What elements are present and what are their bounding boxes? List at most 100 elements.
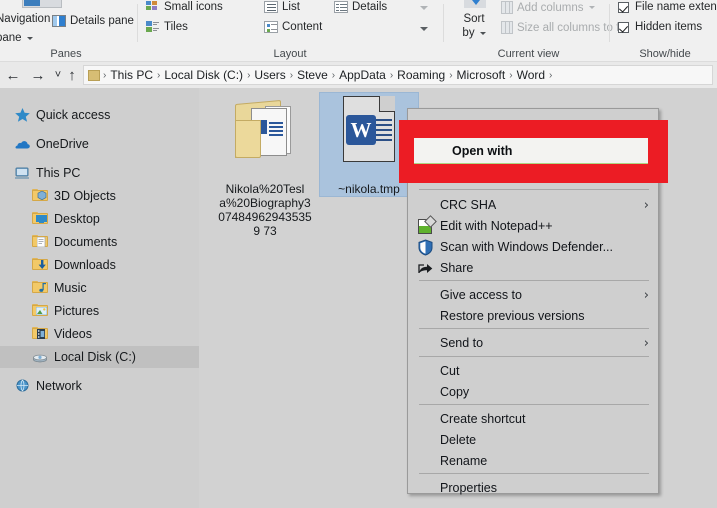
share-icon [417, 260, 434, 277]
context-menu-label-edit-notepadpp: Edit with Notepad++ [440, 219, 553, 233]
network-icon [14, 378, 31, 394]
breadcrumb-item-appdata[interactable]: AppData [336, 68, 389, 82]
context-menu-item-create-shortcut[interactable]: Create shortcut [409, 408, 659, 430]
chevron-down-icon[interactable] [589, 6, 596, 9]
context-menu-item-crc-sha[interactable]: CRC SHA › [409, 194, 659, 216]
breadcrumb-item-this-pc[interactable]: This PC [107, 68, 156, 82]
context-menu-label-give-access-to: Give access to [440, 288, 522, 302]
ribbon-group-label-panes: Panes [50, 48, 82, 60]
breadcrumb-item-microsoft[interactable]: Microsoft [454, 68, 509, 82]
sidebar-item-onedrive[interactable]: OneDrive [0, 133, 199, 155]
context-menu-label-scan-defender: Scan with Windows Defender... [440, 240, 613, 254]
sidebar-item-videos[interactable]: Videos [0, 323, 199, 345]
context-menu-item-give-access-to[interactable]: Give access to › [409, 284, 659, 306]
chevron-down-icon[interactable] [479, 31, 486, 35]
view-small-icons[interactable]: Small icons [146, 1, 223, 13]
tiles-icon [146, 21, 160, 33]
sidebar-item-this-pc[interactable]: This PC [0, 162, 199, 184]
sidebar-item-3d-objects[interactable]: 3D Objects [0, 185, 199, 207]
file-name-extensions-checkbox[interactable]: File name extensions [618, 1, 717, 13]
breadcrumb-item-users[interactable]: Users [251, 68, 288, 82]
details-label: Details [352, 1, 388, 13]
sidebar-item-network[interactable]: Network [0, 375, 199, 397]
up-button[interactable]: ↑ [62, 66, 82, 84]
breadcrumb-item-local-disk[interactable]: Local Disk (C:) [161, 68, 246, 82]
sidebar-label-pictures: Pictures [54, 304, 100, 318]
context-menu-label-share: Share [440, 261, 474, 275]
context-menu-item-copy[interactable]: Copy [409, 381, 659, 403]
details-pane-button[interactable]: Details pane [52, 15, 134, 27]
context-menu-item-cut[interactable]: Cut [409, 360, 659, 382]
layout-gallery-scroll-up-icon[interactable] [420, 6, 428, 10]
context-menu-label-crc-sha: CRC SHA [440, 198, 497, 212]
sidebar-label-music: Music [54, 281, 87, 295]
cloud-icon [14, 136, 31, 152]
view-content[interactable]: Content [264, 21, 322, 33]
ribbon-toolbar: Navigation pane Details pane Panes Small [0, 0, 717, 62]
navigation-pane-button[interactable]: Navigation pane [0, 12, 50, 46]
context-menu-item-scan-defender[interactable]: Scan with Windows Defender... [409, 236, 659, 258]
chevron-right-icon: › [643, 197, 649, 213]
context-menu-label-restore-previous-versions: Restore previous versions [440, 309, 585, 323]
view-list[interactable]: List [264, 1, 300, 13]
sidebar-item-music[interactable]: Music [0, 277, 199, 299]
forward-button[interactable]: → [28, 66, 48, 84]
drive-icon [32, 349, 49, 365]
view-details[interactable]: Details [334, 1, 387, 13]
sidebar-item-downloads[interactable]: Downloads [0, 254, 199, 276]
back-button[interactable]: ← [3, 66, 23, 84]
sort-by-button[interactable]: Sort by [454, 12, 494, 40]
size-all-columns-button[interactable]: Size all columns to fit [501, 21, 625, 34]
breadcrumb-item-word[interactable]: Word [514, 68, 548, 82]
checkbox-icon[interactable] [618, 1, 629, 13]
hidden-items-checkbox[interactable]: Hidden items [618, 21, 702, 33]
sidebar-label-downloads: Downloads [54, 258, 116, 272]
address-bar: ← → ˅ ↑ › This PC › Local Disk (C:) › Us… [0, 62, 717, 88]
hidden-items-label: Hidden items [635, 21, 703, 33]
context-menu-item-delete[interactable]: Delete [409, 429, 659, 451]
context-menu-item-share[interactable]: Share [409, 257, 659, 279]
sort-by-glyph [464, 0, 486, 8]
context-menu-item-rename[interactable]: Rename [409, 450, 659, 472]
sidebar-item-desktop[interactable]: Desktop [0, 208, 199, 230]
computer-icon [14, 165, 31, 181]
size-columns-icon [501, 21, 513, 34]
sidebar-item-local-disk-c[interactable]: Local Disk (C:) [0, 346, 199, 368]
sidebar-item-quick-access[interactable]: Quick access [0, 104, 199, 126]
ribbon-group-show-hide: File name extensions Hidden items Show/h… [612, 0, 717, 62]
folder-icon [88, 69, 100, 81]
view-tiles[interactable]: Tiles [146, 21, 188, 33]
word-document-icon: W [329, 92, 409, 182]
context-menu-label-create-shortcut: Create shortcut [440, 412, 526, 426]
sidebar-label-documents: Documents [54, 235, 118, 249]
highlighted-open-with-item[interactable]: Open with [414, 138, 648, 164]
details-pane-label: Details pane [70, 15, 134, 27]
context-menu-label-copy: Copy [440, 385, 470, 399]
file-name-folder: Nikola%20Tesla%20Biography30748496294353… [218, 182, 312, 238]
add-columns-button[interactable]: Add columns [501, 1, 596, 14]
chevron-down-icon[interactable] [26, 37, 33, 40]
add-columns-icon [501, 1, 513, 14]
context-menu-item-edit-notepadpp[interactable]: Edit with Notepad++ [409, 214, 659, 237]
context-menu-divider [419, 328, 649, 329]
folder-desktop-icon [32, 211, 49, 227]
context-menu-item-restore-previous-versions[interactable]: Restore previous versions [409, 305, 659, 327]
sidebar-item-documents[interactable]: Documents [0, 231, 199, 253]
breadcrumb-item-roaming[interactable]: Roaming [394, 68, 448, 82]
sidebar-label-quick-access: Quick access [36, 108, 111, 122]
chevron-right-icon: › [643, 287, 649, 303]
sidebar-label-this-pc: This PC [36, 166, 81, 180]
breadcrumb-separator: › [549, 69, 553, 81]
context-menu-item-send-to[interactable]: Send to › [409, 332, 659, 354]
context-menu-label-cut: Cut [440, 364, 460, 378]
breadcrumb-item-steve[interactable]: Steve [294, 68, 331, 82]
sidebar-item-pictures[interactable]: Pictures [0, 300, 199, 322]
breadcrumb[interactable]: › This PC › Local Disk (C:) › Users › St… [83, 65, 713, 85]
file-item-folder[interactable]: Nikola%20Tesla%20Biography30748496294353… [215, 92, 315, 238]
layout-gallery-scroll-down-icon[interactable] [420, 27, 428, 31]
star-icon [14, 107, 31, 123]
context-menu-item-properties[interactable]: Properties [409, 477, 659, 499]
checkbox-icon[interactable] [618, 21, 629, 33]
shield-icon [417, 238, 434, 256]
notepad-plus-plus-icon [417, 214, 437, 235]
